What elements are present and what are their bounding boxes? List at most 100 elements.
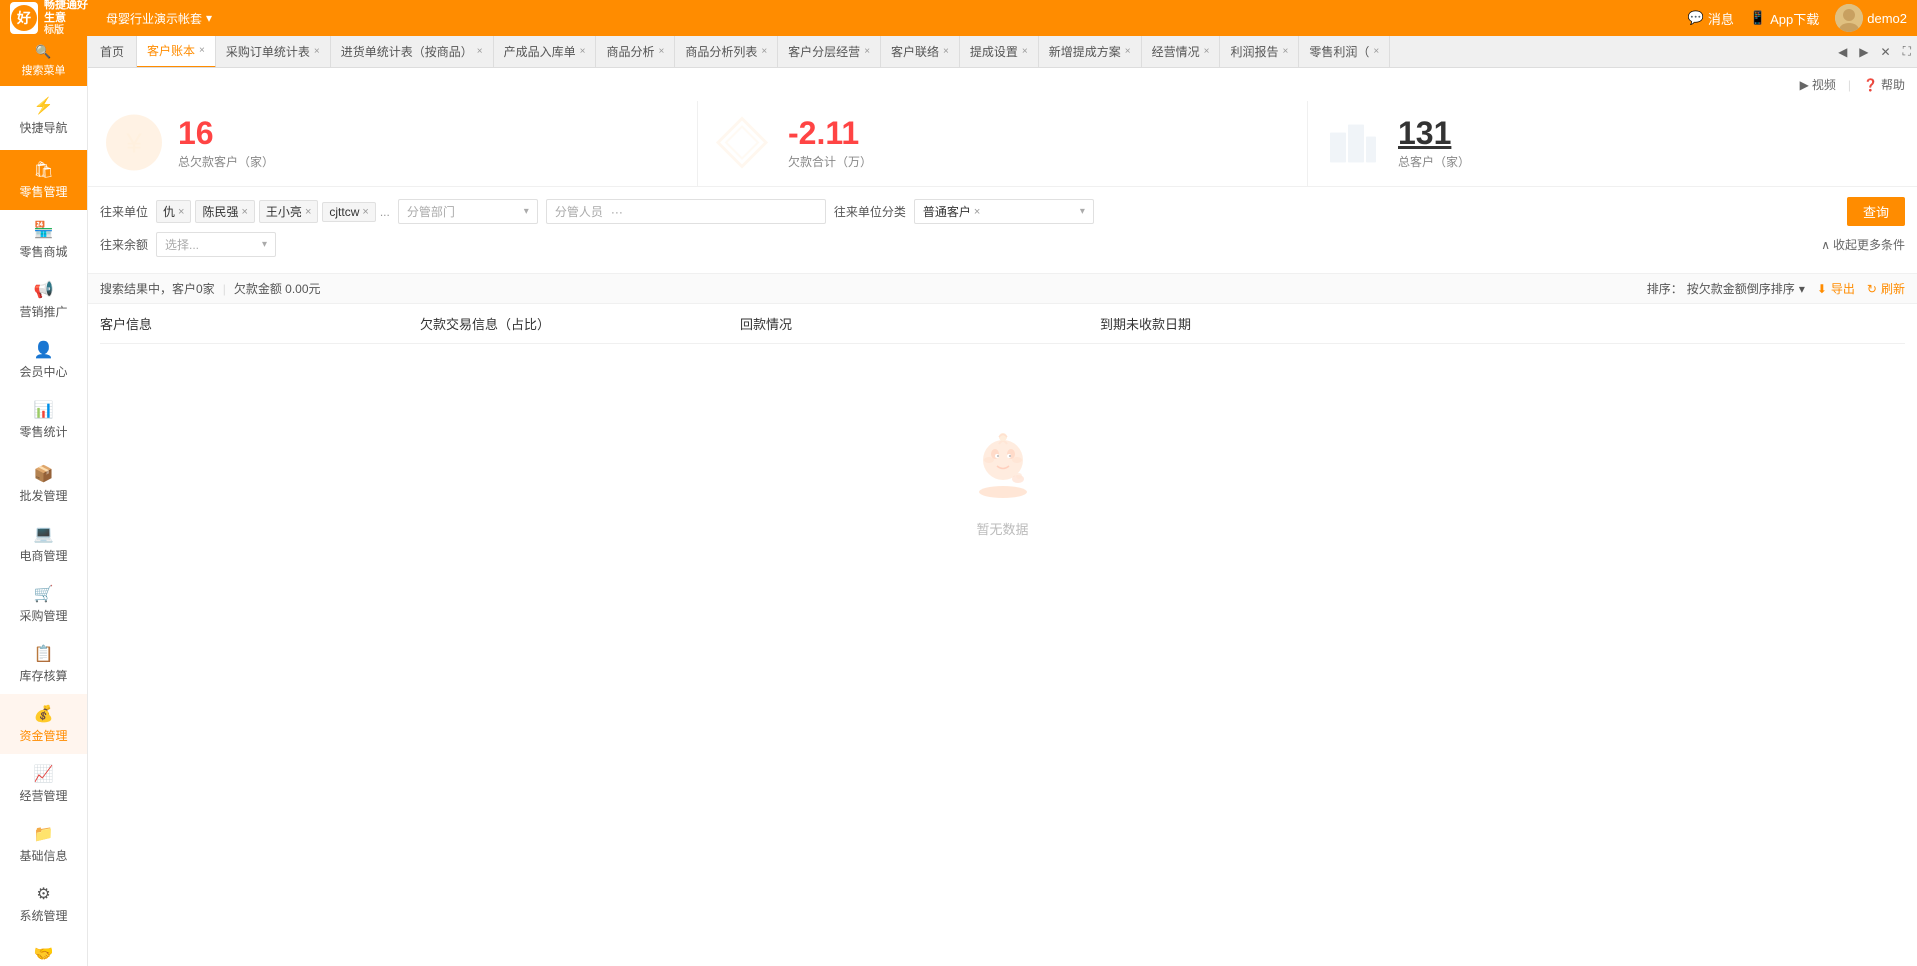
collapse-btn[interactable]: ∧ 收起更多条件 — [1821, 236, 1905, 253]
tab-profit-report-close[interactable]: × — [1282, 46, 1288, 57]
logo-icon: 好 — [10, 2, 38, 34]
sidebar-item-system[interactable]: ⚙ 系统管理 — [0, 874, 87, 934]
filter-tag-wang[interactable]: 王小亮 × — [259, 200, 318, 223]
sidebar-item-basic[interactable]: 📁 基础信息 — [0, 814, 87, 874]
tab-profit-report[interactable]: 利润报告 × — [1220, 36, 1299, 68]
export-icon: ⬇ — [1817, 282, 1827, 296]
tab-business-status-close[interactable]: × — [1204, 46, 1210, 57]
sidebar-item-inventory[interactable]: 📋 库存核算 — [0, 634, 87, 694]
filter-category-close[interactable]: × — [974, 206, 980, 218]
sidebar-item-quick-nav[interactable]: ⚡ 快捷导航 — [0, 86, 87, 146]
tab-bar: 首页 客户账本 × 采购订单统计表 × 进货单统计表（按商品） × 产成品入库单… — [88, 36, 1917, 68]
tab-purchase-order-stat[interactable]: 采购订单统计表 × — [216, 36, 331, 68]
tab-retail-profit-label: 零售利润（ — [1309, 43, 1369, 60]
tab-retail-profit-close[interactable]: × — [1373, 46, 1379, 57]
sidebar-item-retail-stat[interactable]: 📊 零售统计 — [0, 390, 87, 450]
tab-purchase-stat-by-product-close[interactable]: × — [477, 46, 483, 57]
tab-new-promote-close[interactable]: × — [1125, 46, 1131, 57]
filter-tag-wang-close[interactable]: × — [305, 206, 311, 218]
sidebar-item-purchase[interactable]: 🛒 采购管理 — [0, 574, 87, 634]
filter-tag-chen[interactable]: 陈民强 × — [195, 200, 254, 223]
tab-customer-contact[interactable]: 客户联络 × — [881, 36, 960, 68]
filter-manager-more[interactable]: ··· — [611, 205, 623, 219]
sidebar-search-label: 搜索菜单 — [6, 62, 81, 78]
message-btn[interactable]: 💬 消息 — [1688, 9, 1734, 28]
filter-balance-select[interactable]: 选择... ▾ — [156, 232, 276, 257]
tab-fullscreen-btn[interactable]: ⛶ — [1897, 36, 1917, 68]
tab-next-btn[interactable]: ▶ — [1853, 36, 1874, 68]
filter-dept-select[interactable]: 分管部门 ▾ — [398, 199, 538, 224]
col-repayment-label: 回款情况 — [740, 317, 792, 332]
tab-business-status[interactable]: 经营情况 × — [1142, 36, 1221, 68]
app-container: 好 畅捷通好生意 标版 母婴行业演示帐套 ▾ 💬 消息 📱 App下载 — [0, 0, 1917, 966]
sidebar-item-retail-mgmt[interactable]: 🛍 零售管理 — [0, 150, 87, 210]
inventory-icon: 📋 — [34, 644, 54, 664]
sidebar-retail-mgmt-label: 零售管理 — [19, 183, 67, 200]
filter-dept-arrow: ▾ — [524, 206, 529, 217]
result-summary: 搜索结果中，客户0家 — [100, 280, 215, 297]
sidebar-item-enterprise[interactable]: 🤝 企业协同 — [0, 934, 87, 966]
tab-prev-btn[interactable]: ◀ — [1832, 36, 1853, 68]
tab-product-analysis-list[interactable]: 商品分析列表 × — [675, 36, 778, 68]
stat-total-customers-number: 131 — [1398, 117, 1470, 149]
sidebar-ecommerce-label: 电商管理 — [19, 547, 67, 564]
sidebar-item-member[interactable]: 👤 会员中心 — [0, 330, 87, 390]
sidebar-item-finance[interactable]: 💰 资金管理 — [0, 694, 87, 754]
stat-total-debt-label: 欠款合计（万） — [788, 153, 872, 170]
help-btn[interactable]: ❓ 帮助 — [1863, 76, 1905, 93]
tab-promote-settings[interactable]: 提成设置 × — [960, 36, 1039, 68]
tab-home[interactable]: 首页 — [88, 36, 137, 68]
filter-more-tags[interactable]: ... — [380, 205, 390, 219]
refresh-btn[interactable]: ↻ 刷新 — [1867, 280, 1905, 297]
col-debt-info-label: 欠款交易信息（占比） — [420, 317, 550, 332]
export-btn[interactable]: ⬇ 导出 — [1817, 280, 1855, 297]
sidebar-item-wholesale[interactable]: 📦 批发管理 — [0, 454, 87, 514]
tab-product-analysis-list-close[interactable]: × — [761, 46, 767, 57]
tab-customer-contact-close[interactable]: × — [943, 46, 949, 57]
filter-tag-cjttcw-close[interactable]: × — [362, 206, 368, 218]
filter-tag-cjttcw[interactable]: cjttcw × — [322, 202, 375, 222]
filter-tag-chen-close[interactable]: × — [241, 206, 247, 218]
tab-purchase-order-stat-close[interactable]: × — [314, 46, 320, 57]
filter-balance-arrow: ▾ — [262, 239, 267, 250]
collapse-up-icon: ∧ — [1821, 238, 1830, 252]
sidebar-item-operation[interactable]: 📈 经营管理 — [0, 754, 87, 814]
wholesale-icon: 📦 — [34, 464, 54, 484]
tab-product-analysis-close[interactable]: × — [658, 46, 664, 57]
sort-arrow-icon: ▾ — [1799, 282, 1805, 296]
sidebar-item-marketing[interactable]: 📢 营销推广 — [0, 270, 87, 330]
filter-tag-qiu-close[interactable]: × — [178, 206, 184, 218]
account-selector[interactable]: 母婴行业演示帐套 ▾ — [106, 10, 212, 27]
sidebar-basic-label: 基础信息 — [19, 847, 67, 864]
tab-customer-account[interactable]: 客户账本 × — [137, 36, 216, 68]
sidebar-item-ecommerce[interactable]: 💻 电商管理 — [0, 514, 87, 574]
sidebar-item-retail-mall[interactable]: 🏪 零售商城 — [0, 210, 87, 270]
refresh-label: 刷新 — [1881, 280, 1905, 297]
col-customer-info-label: 客户信息 — [100, 317, 152, 332]
sidebar-member-label: 会员中心 — [19, 363, 67, 380]
sort-select[interactable]: 排序： 按欠款金额倒序排序 ▾ — [1647, 280, 1805, 297]
filter-tag-cjttcw-text: cjttcw — [329, 205, 359, 219]
filter-tag-qiu[interactable]: 仇 × — [156, 200, 191, 223]
video-btn[interactable]: ▶ 视频 — [1800, 76, 1836, 93]
tab-customer-account-close[interactable]: × — [199, 45, 205, 56]
tab-product-analysis[interactable]: 商品分析 × — [596, 36, 675, 68]
tab-promote-settings-close[interactable]: × — [1022, 46, 1028, 57]
tab-new-promote[interactable]: 新增提成方案 × — [1039, 36, 1142, 68]
app-download-btn[interactable]: 📱 App下载 — [1750, 9, 1819, 28]
operation-icon: 📈 — [34, 764, 54, 784]
filter-manager-select[interactable]: 分管人员 ··· — [546, 199, 826, 224]
sidebar-search[interactable]: 🔍 搜索菜单 — [0, 36, 87, 86]
content-area: 首页 客户账本 × 采购订单统计表 × 进货单统计表（按商品） × 产成品入库单… — [88, 36, 1917, 966]
tab-purchase-stat-by-product[interactable]: 进货单统计表（按商品） × — [331, 36, 494, 68]
tab-customer-layer-close[interactable]: × — [864, 46, 870, 57]
filter-category-select[interactable]: 普通客户 × ▾ — [914, 199, 1094, 224]
marketing-icon: 📢 — [34, 280, 54, 300]
tab-customer-layer[interactable]: 客户分层经营 × — [778, 36, 881, 68]
tab-product-in-close[interactable]: × — [580, 46, 586, 57]
tab-close-all-btn[interactable]: ✕ — [1875, 36, 1897, 68]
tab-retail-profit[interactable]: 零售利润（ × — [1299, 36, 1390, 68]
query-button[interactable]: 查询 — [1847, 197, 1905, 226]
tab-product-in[interactable]: 产成品入库单 × — [494, 36, 597, 68]
user-menu[interactable]: demo2 — [1835, 4, 1907, 32]
